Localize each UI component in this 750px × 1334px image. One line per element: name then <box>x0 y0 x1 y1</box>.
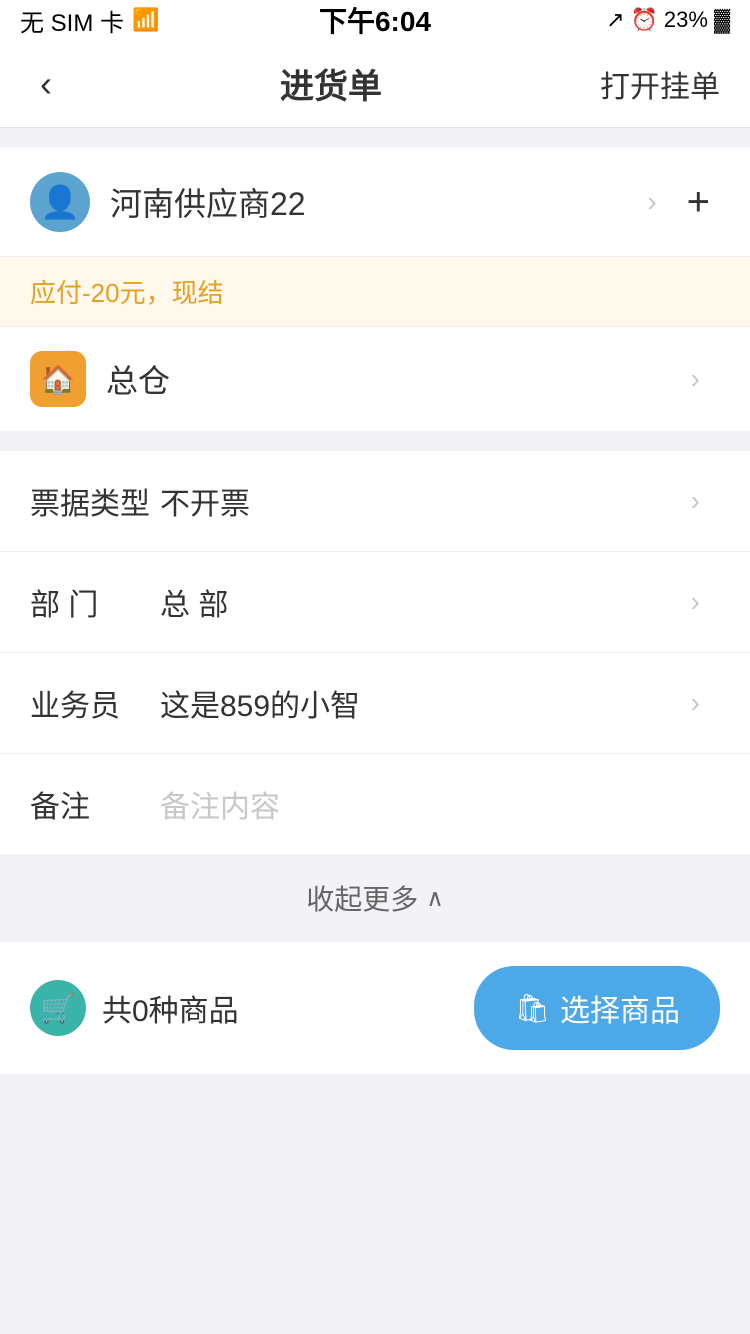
carrier-text: 无 SIM 卡 <box>20 3 124 38</box>
product-count-icon: 🛒 <box>30 980 86 1036</box>
bottom-bar: 🛒 共0种商品 🛍 选择商品 <box>0 942 750 1074</box>
salesperson-row[interactable]: 业务员 这是859的小智 › <box>0 653 750 754</box>
salesperson-chevron-icon: › <box>691 687 700 719</box>
wifi-icon: 📶 <box>132 7 159 33</box>
product-count-left: 🛒 共0种商品 <box>30 980 239 1036</box>
remark-row[interactable]: 备注 备注内容 <box>0 754 750 854</box>
invoice-type-value: 不开票 <box>160 479 691 523</box>
battery-text: 23% <box>664 7 708 33</box>
department-chevron-icon: › <box>691 586 700 618</box>
supplier-section: 👤 河南供应商22 › + 应付-20元，现结 🏠 总仓 › <box>0 148 750 431</box>
department-row[interactable]: 部 门 总 部 › <box>0 552 750 653</box>
invoice-type-label: 票据类型 <box>30 479 160 523</box>
salesperson-value: 这是859的小智 <box>160 681 691 725</box>
open-pending-button[interactable]: 打开挂单 <box>600 62 720 106</box>
nav-title: 进货单 <box>280 59 382 108</box>
back-button[interactable]: ‹ <box>30 53 62 115</box>
salesperson-label: 业务员 <box>30 681 160 725</box>
invoice-type-row[interactable]: 票据类型 不开票 › <box>0 451 750 552</box>
section-gap-1 <box>0 128 750 148</box>
department-label: 部 门 <box>30 580 160 624</box>
battery-icon: ▓ <box>714 7 730 33</box>
form-section: 票据类型 不开票 › 部 门 总 部 › 业务员 这是859的小智 › 备注 备… <box>0 451 750 854</box>
supplier-avatar: 👤 <box>30 172 90 232</box>
status-bar: 无 SIM 卡 📶 下午6:04 ↗ ⏰ 23% ▓ <box>0 0 750 40</box>
notice-row: 应付-20元，现结 <box>0 257 750 326</box>
supplier-name: 河南供应商22 <box>110 179 647 225</box>
select-product-icon: 🛍 <box>514 992 550 1025</box>
invoice-type-chevron-icon: › <box>691 485 700 517</box>
collapse-arrow-icon: ∧ <box>426 884 444 913</box>
supplier-row[interactable]: 👤 河南供应商22 › + <box>0 148 750 257</box>
cart-icon: 🛒 <box>41 992 76 1025</box>
avatar-person-icon: 👤 <box>40 183 80 221</box>
supplier-chevron-icon: › <box>647 186 656 218</box>
select-product-label: 选择商品 <box>560 986 680 1030</box>
department-value: 总 部 <box>160 580 691 624</box>
warehouse-row[interactable]: 🏠 总仓 › <box>0 326 750 431</box>
warehouse-chevron-icon: › <box>691 363 700 395</box>
nav-bar: ‹ 进货单 打开挂单 <box>0 40 750 128</box>
remark-input[interactable]: 备注内容 <box>160 782 720 826</box>
remark-label: 备注 <box>30 782 160 826</box>
warehouse-icon: 🏠 <box>30 351 86 407</box>
location-icon: ↗ <box>606 7 624 33</box>
status-time: 下午6:04 <box>319 0 431 40</box>
status-right: ↗ ⏰ 23% ▓ <box>606 7 730 33</box>
collapse-text: 收起更多 <box>306 878 418 918</box>
warehouse-name: 总仓 <box>106 356 691 402</box>
status-left: 无 SIM 卡 📶 <box>20 3 159 38</box>
select-product-button[interactable]: 🛍 选择商品 <box>474 966 720 1050</box>
notice-text: 应付-20元，现结 <box>30 278 224 308</box>
collapse-row[interactable]: 收起更多 ∧ <box>0 854 750 942</box>
house-icon: 🏠 <box>41 363 76 396</box>
add-supplier-button[interactable]: + <box>677 180 720 225</box>
product-count-text: 共0种商品 <box>102 986 239 1030</box>
alarm-icon: ⏰ <box>631 7 658 33</box>
